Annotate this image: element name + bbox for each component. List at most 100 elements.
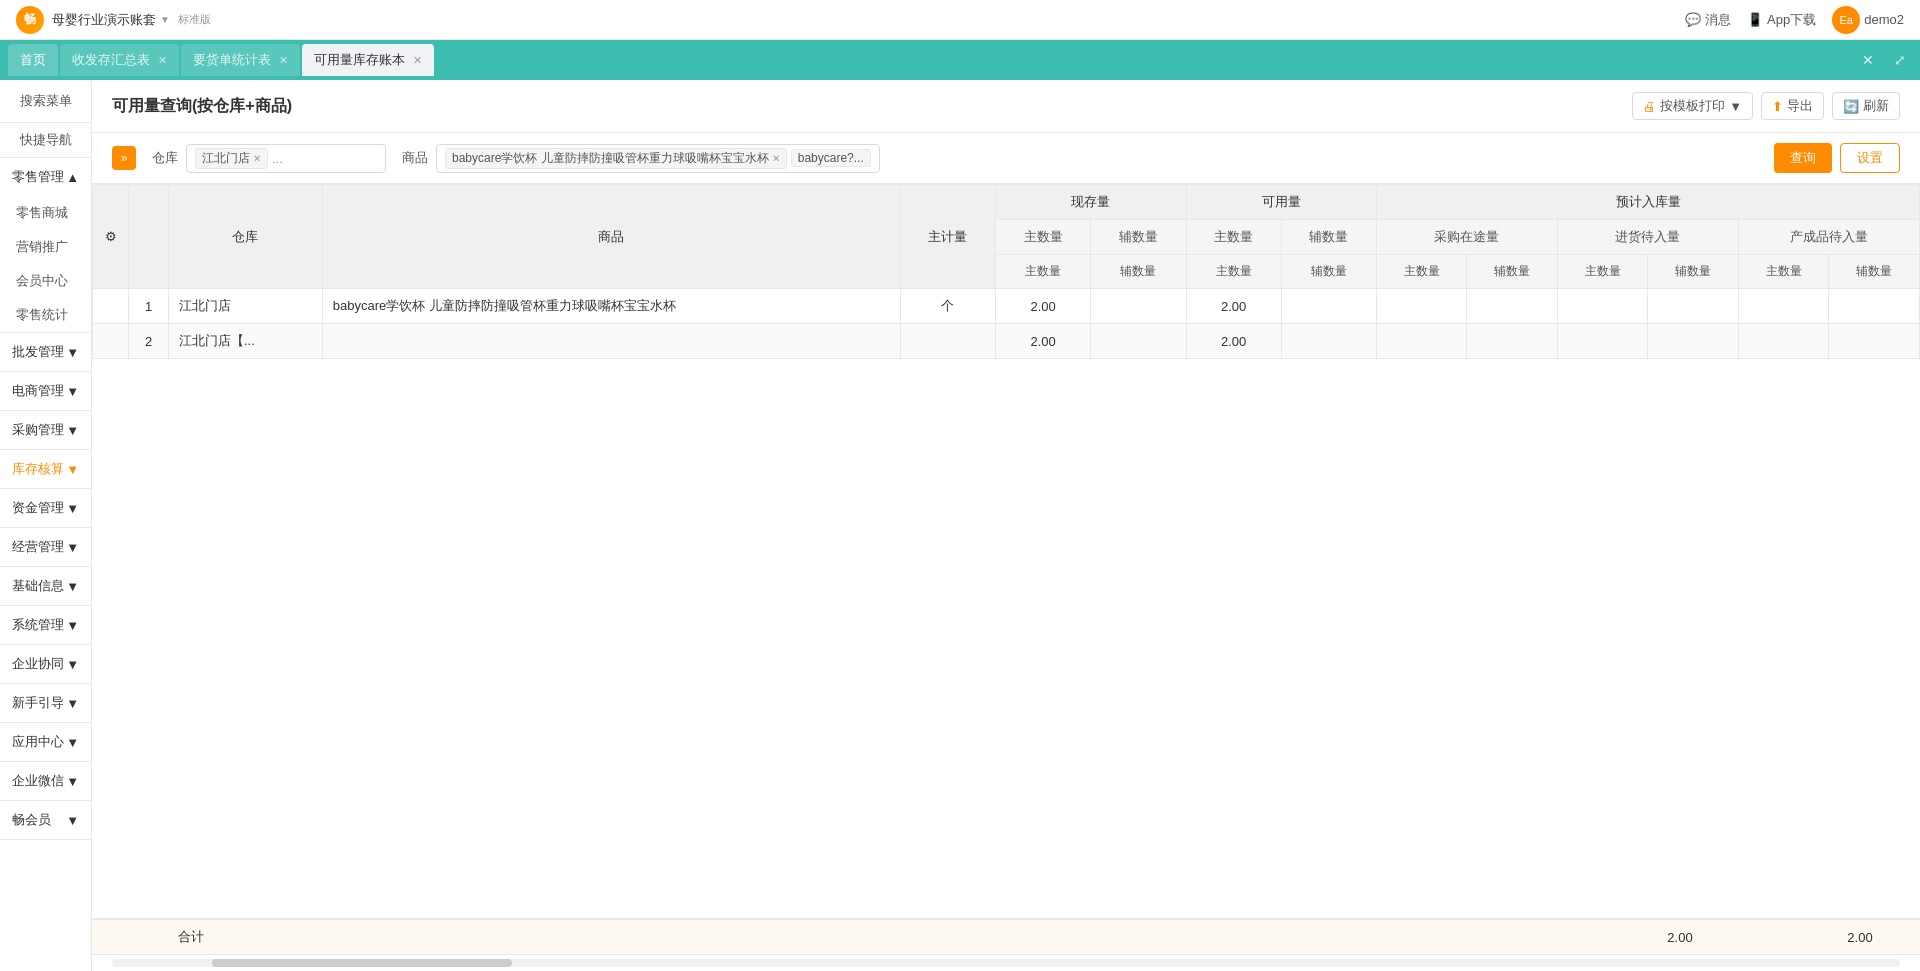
warehouse-filter-input[interactable]: 江北门店 ✕ ...: [186, 144, 386, 173]
sidebar-group-operations-header[interactable]: 经营管理 ▼: [0, 528, 91, 566]
subtotal-available-main: 2.00: [1186, 324, 1281, 359]
subtotal-p6: [1829, 324, 1920, 359]
td-p6: [1829, 289, 1920, 324]
warehouse-tag-remove[interactable]: ✕: [253, 153, 261, 164]
refresh-label: 刷新: [1863, 97, 1889, 115]
th-ss3: 辅数量: [1467, 255, 1557, 289]
th-ss2: 辅数量: [1281, 255, 1376, 289]
print-dropdown-arrow: ▼: [1729, 99, 1742, 114]
message-button[interactable]: 💬 消息: [1685, 11, 1731, 29]
sidebar-group-retail-header[interactable]: 零售管理 ▲: [0, 158, 91, 196]
subtotal-stock-main: 2.00: [996, 324, 1091, 359]
sidebar-group-operations: 经营管理 ▼: [0, 528, 91, 567]
sidebar-group-appstore-header[interactable]: 应用中心 ▼: [0, 723, 91, 761]
sidebar-group-ecommerce-header[interactable]: 电商管理 ▼: [0, 372, 91, 410]
product-filter-input[interactable]: babycare学饮杯 儿童防摔防撞吸管杯重力球吸嘴杯宝宝水杯 ✕ babyca…: [436, 144, 880, 173]
enterprise-expand-icon: ▼: [66, 657, 79, 672]
filter-action-buttons: 查询 设置: [1774, 143, 1900, 173]
table-container: ⚙ 仓库 商品 主计量 现存量 可用量 预计入库量 主数量 辅数量 主数量: [92, 184, 1920, 918]
sidebar-group-enterprise-header[interactable]: 企业协同 ▼: [0, 645, 91, 683]
sidebar-group-ecommerce: 电商管理 ▼: [0, 372, 91, 411]
close-all-tabs-button[interactable]: ✕: [1856, 48, 1880, 72]
content-area: 可用量查询(按仓库+商品) 🖨 按模板打印 ▼ ⬆ 导出 🔄 刷新: [92, 80, 1920, 971]
bottom-scroll[interactable]: [92, 954, 1920, 971]
wholesale-expand-icon: ▼: [66, 345, 79, 360]
tab2-close[interactable]: ✕: [279, 55, 288, 66]
print-button[interactable]: 🖨 按模板打印 ▼: [1632, 92, 1753, 120]
sidebar-item-retail-stats[interactable]: 零售统计: [0, 298, 91, 332]
app-download-button[interactable]: 📱 App下载: [1747, 11, 1816, 29]
user-profile[interactable]: Ea demo2: [1832, 6, 1904, 34]
td-p2: [1467, 289, 1557, 324]
filter-expand-button[interactable]: »: [112, 146, 136, 170]
td-p1: [1377, 289, 1467, 324]
sidebar-item-members[interactable]: 会员中心: [0, 264, 91, 298]
message-label: 消息: [1705, 11, 1731, 29]
sidebar-group-guide-header[interactable]: 新手引导 ▼: [0, 684, 91, 722]
tab1-close[interactable]: ✕: [158, 55, 167, 66]
refresh-button[interactable]: 🔄 刷新: [1832, 92, 1900, 120]
tab3-close[interactable]: ✕: [413, 55, 422, 66]
th-available-sub: 辅数量: [1281, 220, 1376, 255]
username-label: demo2: [1864, 12, 1904, 27]
td-p4: [1648, 289, 1738, 324]
org-selector[interactable]: 母婴行业演示账套 ▼: [52, 11, 170, 29]
export-button[interactable]: ⬆ 导出: [1761, 92, 1824, 120]
tab-order-statistics[interactable]: 要货单统计表 ✕: [181, 44, 300, 76]
sidebar-group-basic: 基础信息 ▼: [0, 567, 91, 606]
sidebar-group-basic-header[interactable]: 基础信息 ▼: [0, 567, 91, 605]
tab-home[interactable]: 首页: [8, 44, 58, 76]
sidebar-group-appstore: 应用中心 ▼: [0, 723, 91, 762]
wecom-expand-icon: ▼: [66, 774, 79, 789]
sidebar-item-retail-mall[interactable]: 零售商城: [0, 196, 91, 230]
th-available-main: 主数量: [1186, 220, 1281, 255]
td-p5: [1738, 289, 1828, 324]
sidebar-group-wecom-header[interactable]: 企业微信 ▼: [0, 762, 91, 800]
sidebar-group-inventory-header[interactable]: 库存核算 ▼: [0, 450, 91, 488]
sidebar-search-button[interactable]: 搜索菜单: [8, 88, 83, 114]
logo-icon: 畅: [16, 6, 44, 34]
th-settings[interactable]: ⚙: [93, 185, 129, 289]
tab-receivable-summary[interactable]: 收发存汇总表 ✕: [60, 44, 179, 76]
product-filter-group: 商品 babycare学饮杯 儿童防摔防撞吸管杯重力球吸嘴杯宝宝水杯 ✕ bab…: [402, 144, 880, 173]
th-stock-group: 现存量: [996, 185, 1187, 220]
query-button[interactable]: 查询: [1774, 143, 1832, 173]
tab-available-inventory[interactable]: 可用量库存账本 ✕: [302, 44, 434, 76]
product-tag-babycare2: babycare?...: [791, 149, 871, 167]
inventory-expand-icon: ▼: [66, 462, 79, 477]
expand-tabs-button[interactable]: ⤢: [1888, 48, 1912, 72]
sidebar: 搜索菜单 快捷导航 零售管理 ▲ 零售商城 营销推广 会员中心 零售统计 批发管…: [0, 80, 92, 971]
sidebar-group-member: 畅会员 ▼: [0, 801, 91, 840]
sidebar-group-system-header[interactable]: 系统管理 ▼: [0, 606, 91, 644]
sidebar-group-inventory: 库存核算 ▼: [0, 450, 91, 489]
scroll-thumb: [212, 959, 512, 967]
retail-expand-icon: ▲: [66, 170, 79, 185]
sidebar-quick-nav[interactable]: 快捷导航: [0, 123, 91, 158]
page-header: 可用量查询(按仓库+商品) 🖨 按模板打印 ▼ ⬆ 导出 🔄 刷新: [92, 80, 1920, 133]
subtotal-product: [322, 324, 900, 359]
page-title: 可用量查询(按仓库+商品): [112, 96, 292, 117]
page-actions: 🖨 按模板打印 ▼ ⬆ 导出 🔄 刷新: [1632, 92, 1900, 120]
warehouse-filter-more[interactable]: ...: [272, 151, 283, 166]
subtotal-p4: [1648, 324, 1738, 359]
td-available-sub: [1281, 289, 1376, 324]
nav-tabs: 首页 收发存汇总表 ✕ 要货单统计表 ✕ 可用量库存账本 ✕ ✕ ⤢: [0, 40, 1920, 80]
system-expand-icon: ▼: [66, 618, 79, 633]
subtotal-unit: [900, 324, 995, 359]
warehouse-tag-jiangbei: 江北门店 ✕: [195, 148, 268, 169]
sidebar-group-member-header[interactable]: 畅会员 ▼: [0, 801, 91, 839]
settings-button[interactable]: 设置: [1840, 143, 1900, 173]
th-warehouse: 仓库: [169, 185, 323, 289]
sidebar-group-finance-header[interactable]: 资金管理 ▼: [0, 489, 91, 527]
th-available-group: 可用量: [1186, 185, 1377, 220]
sidebar-item-marketing[interactable]: 营销推广: [0, 230, 91, 264]
th-ss4: 辅数量: [1648, 255, 1738, 289]
tab3-label: 可用量库存账本: [314, 51, 405, 69]
sidebar-group-enterprise: 企业协同 ▼: [0, 645, 91, 684]
sidebar-group-wholesale: 批发管理 ▼: [0, 333, 91, 372]
sidebar-group-wholesale-header[interactable]: 批发管理 ▼: [0, 333, 91, 371]
product-tag-remove[interactable]: ✕: [772, 153, 780, 164]
td-unit: 个: [900, 289, 995, 324]
sidebar-group-purchase-header[interactable]: 采购管理 ▼: [0, 411, 91, 449]
td-product: babycare学饮杯 儿童防摔防撞吸管杯重力球吸嘴杯宝宝水杯: [322, 289, 900, 324]
